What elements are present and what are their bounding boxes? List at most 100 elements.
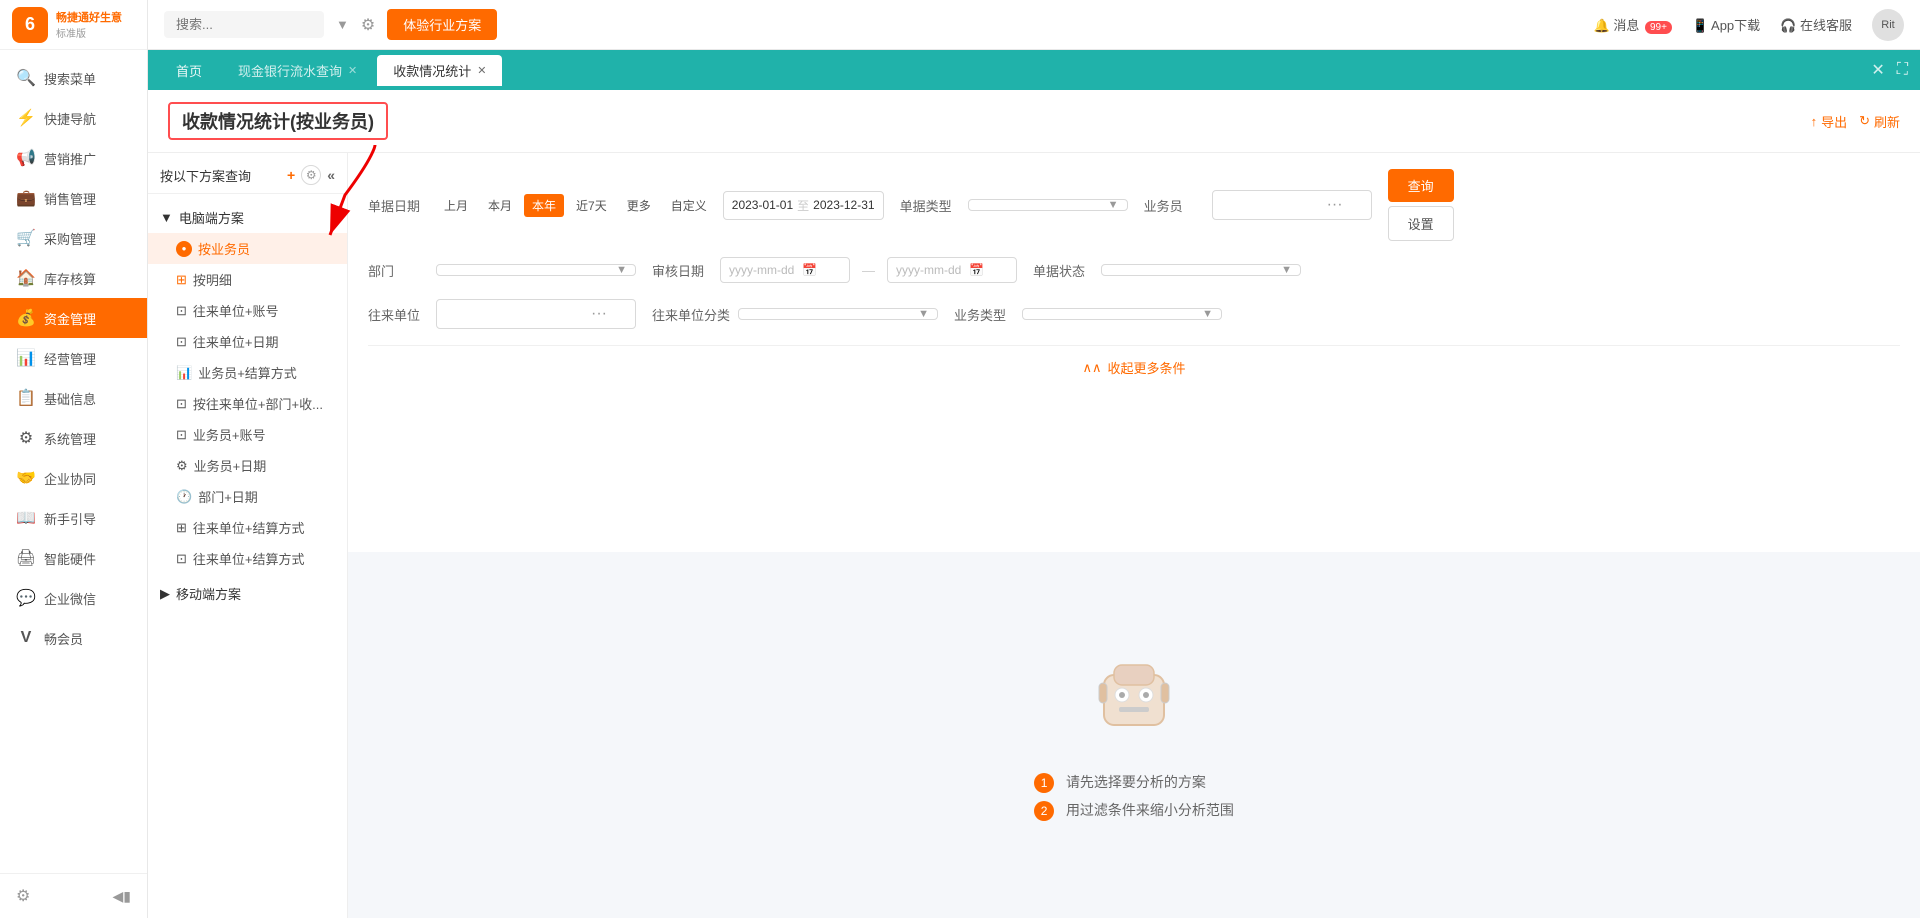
date-btn-more[interactable]: 更多 [619, 194, 659, 217]
sidebar-settings-icon[interactable]: ⚙ [16, 886, 30, 906]
export-btn[interactable]: ↑ 导出 [1811, 112, 1848, 131]
date-range-input[interactable]: 2023-01-01 至 2023-12-31 [723, 191, 884, 220]
action-buttons: 查询 设置 [1388, 169, 1454, 241]
topbar-gear-icon[interactable]: ⚙ [361, 15, 375, 35]
collapse-bar[interactable]: ∧∧ 收起更多条件 [368, 345, 1900, 389]
sidebar-expand-icon[interactable]: ◀▮ [113, 888, 131, 905]
tree-item-by-salesman[interactable]: ● 按业务员 [148, 233, 347, 264]
member-icon: V [16, 628, 36, 648]
sidebar-nav: 🔍 搜索菜单 ⚡ 快捷导航 📢 营销推广 💼 销售管理 🛒 采购管理 🏠 库存核… [0, 50, 147, 873]
tree-item-detail[interactable]: ⊞ 按明细 [148, 264, 347, 295]
search-form: 单据日期 上月 本月 本年 近7天 更多 自定义 2023-01-01 [348, 153, 1920, 552]
review-date-from[interactable]: yyyy-mm-dd 📅 [720, 257, 850, 283]
sidebar-item-member[interactable]: V 畅会员 [0, 618, 147, 658]
filter-add-icon[interactable]: + [287, 167, 295, 183]
doc-type-chevron: ▼ [1108, 199, 1119, 211]
tree-item-partner-dept-collect[interactable]: ⊡ 按往来单位+部门+收... [148, 388, 347, 419]
page-header: 收款情况统计(按业务员) ↑ 导出 ↻ 刷新 [148, 90, 1920, 153]
tab-home[interactable]: 首页 [160, 55, 218, 86]
sidebar-item-operations[interactable]: 📊 经营管理 [0, 338, 147, 378]
tree-item-partner-settlement2[interactable]: ⊡ 往来单位+结算方式 [148, 543, 347, 574]
tree-item-salesman-date-label: 业务员+日期 [194, 456, 267, 475]
tab-collection-close[interactable]: ✕ [477, 64, 486, 77]
empty-step1: 1 请先选择要分析的方案 [1034, 768, 1234, 796]
dept-select[interactable]: ▼ [436, 264, 636, 276]
tree-section-pc-label: 电脑端方案 [179, 208, 244, 227]
tree-item-partner-account[interactable]: ⊡ 往来单位+账号 [148, 295, 347, 326]
partner-select[interactable]: ··· [436, 299, 636, 329]
form-row-1: 单据日期 上月 本月 本年 近7天 更多 自定义 2023-01-01 [368, 169, 1900, 241]
sidebar-item-marketing[interactable]: 📢 营销推广 [0, 138, 147, 178]
review-date-to[interactable]: yyyy-mm-dd 📅 [887, 257, 1017, 283]
calendar-to-icon[interactable]: 📅 [969, 263, 984, 277]
sidebar-item-basicinfo[interactable]: 📋 基础信息 [0, 378, 147, 418]
sidebar-item-finance[interactable]: 💰 资金管理 [0, 298, 147, 338]
tree-item-salesman-settlement[interactable]: 📊 业务员+结算方式 [148, 357, 347, 388]
tree-salesman-settlement-icon: 📊 [176, 365, 192, 381]
tree-item-dept-date[interactable]: 🕐 部门+日期 [148, 481, 347, 512]
filter-settings-icon[interactable]: ⚙ [301, 165, 321, 185]
partner-more-icon[interactable]: ··· [591, 305, 607, 323]
date-btn-thismonth[interactable]: 本月 [480, 194, 520, 217]
online-service-label: 在线客服 [1800, 18, 1852, 33]
filter-tree: ▼ 电脑端方案 ● 按业务员 ⊞ 按明细 ⊡ 往来单位+账号 [148, 194, 347, 617]
partner-category-field: 往来单位分类 ▼ [652, 305, 938, 324]
date-btn-lastmonth[interactable]: 上月 [436, 194, 476, 217]
review-date-label: 审核日期 [652, 261, 712, 280]
partner-category-select[interactable]: ▼ [738, 308, 938, 320]
sidebar-item-hardware[interactable]: 🖨 智能硬件 [0, 538, 147, 578]
settings-btn[interactable]: 设置 [1388, 206, 1454, 241]
sidebar-item-system[interactable]: ⚙ 系统管理 [0, 418, 147, 458]
query-btn[interactable]: 查询 [1388, 169, 1454, 202]
doc-type-select[interactable]: ▼ [968, 199, 1128, 211]
right-panel: 单据日期 上月 本月 本年 近7天 更多 自定义 2023-01-01 [348, 153, 1920, 918]
tab-collection[interactable]: 收款情况统计 ✕ [377, 55, 502, 86]
sidebar-item-guide-label: 新手引导 [44, 509, 96, 528]
active-dot: ● [176, 241, 192, 257]
sidebar-item-quicknav[interactable]: ⚡ 快捷导航 [0, 98, 147, 138]
empty-illustration [1084, 645, 1184, 748]
salesman-more-icon[interactable]: ··· [1327, 196, 1343, 214]
refresh-btn[interactable]: ↻ 刷新 [1859, 112, 1900, 131]
salesman-select[interactable]: ··· [1212, 190, 1372, 220]
tab-bank-flow[interactable]: 现金银行流水查询 ✕ [222, 55, 373, 86]
date-btn-thisyear[interactable]: 本年 [524, 194, 564, 217]
doc-status-select[interactable]: ▼ [1101, 264, 1301, 276]
logo-icon: 6 [12, 7, 48, 43]
tree-partner-date-icon: ⊡ [176, 334, 187, 350]
trial-btn[interactable]: 体验行业方案 [387, 9, 497, 40]
sidebar-item-enterprise[interactable]: 🤝 企业协同 [0, 458, 147, 498]
tree-item-partner-settlement1[interactable]: ⊞ 往来单位+结算方式 [148, 512, 347, 543]
tree-item-salesman-account[interactable]: ⊡ 业务员+账号 [148, 419, 347, 450]
tree-item-salesman-date[interactable]: ⚙ 业务员+日期 [148, 450, 347, 481]
tree-item-dept-date-label: 部门+日期 [198, 487, 258, 506]
sidebar-item-weixin[interactable]: 💬 企业微信 [0, 578, 147, 618]
biz-type-select[interactable]: ▼ [1022, 308, 1222, 320]
page-content: 收款情况统计(按业务员) ↑ 导出 ↻ 刷新 按以下方案查询 [148, 90, 1920, 918]
sidebar-item-inventory[interactable]: 🏠 库存核算 [0, 258, 147, 298]
window-close-btn[interactable]: ✕ [1871, 60, 1884, 80]
sidebar-item-enterprise-label: 企业协同 [44, 469, 96, 488]
tree-section-mobile[interactable]: ▶ 移动端方案 [148, 578, 347, 609]
tree-section-pc[interactable]: ▼ 电脑端方案 [148, 202, 347, 233]
calendar-from-icon[interactable]: 📅 [802, 263, 817, 277]
sidebar-item-basicinfo-label: 基础信息 [44, 389, 96, 408]
date-btn-custom[interactable]: 自定义 [663, 194, 715, 217]
sidebar-item-sales[interactable]: 💼 销售管理 [0, 178, 147, 218]
window-expand-btn[interactable]: ⛶ [1897, 61, 1908, 79]
top-search-input[interactable] [164, 11, 324, 38]
topbar-dropdown-icon[interactable]: ▼ [336, 17, 349, 32]
export-icon: ↑ [1811, 114, 1818, 129]
tab-bank-flow-close[interactable]: ✕ [348, 64, 357, 77]
sidebar-item-guide[interactable]: 📖 新手引导 [0, 498, 147, 538]
date-btn-7days[interactable]: 近7天 [568, 194, 615, 217]
sidebar-item-purchase[interactable]: 🛒 采购管理 [0, 218, 147, 258]
user-avatar[interactable]: Rit [1872, 9, 1904, 41]
notifications-btn[interactable]: 🔔 消息 99+ [1594, 15, 1672, 34]
online-service-btn[interactable]: 🎧 在线客服 [1780, 15, 1852, 34]
tree-item-partner-date[interactable]: ⊡ 往来单位+日期 [148, 326, 347, 357]
filter-collapse-icon[interactable]: « [327, 167, 335, 183]
app-download-btn[interactable]: 📱 App下载 [1692, 15, 1760, 34]
export-label: 导出 [1821, 112, 1847, 131]
sidebar-item-search[interactable]: 🔍 搜索菜单 [0, 58, 147, 98]
